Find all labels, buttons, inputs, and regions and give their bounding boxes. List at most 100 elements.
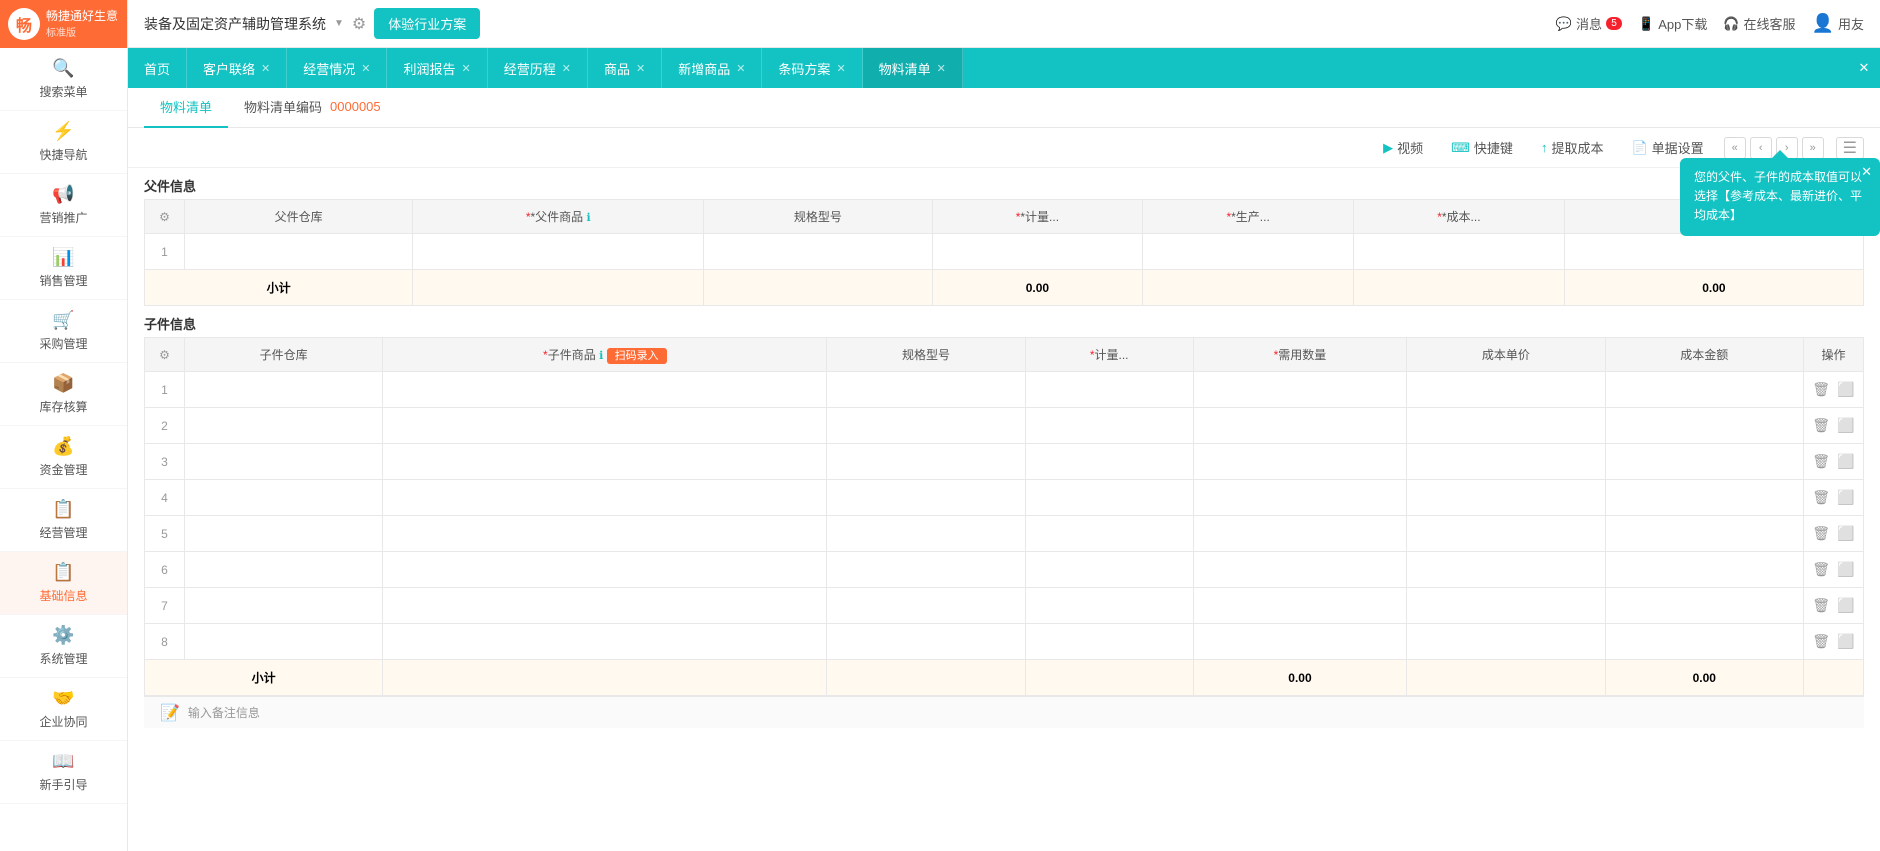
child-row-2-product[interactable]: [383, 408, 827, 444]
child-row-7-warehouse[interactable]: [185, 588, 383, 624]
delete-row-icon[interactable]: 🗑: [1812, 525, 1830, 541]
parent-row-1-cost-amount[interactable]: [1564, 234, 1863, 270]
child-product-info-icon[interactable]: ℹ: [599, 350, 603, 362]
child-row-3-qty-unit[interactable]: [1025, 444, 1193, 480]
child-row-7-qty-unit[interactable]: [1025, 588, 1193, 624]
copy-row-icon[interactable]: ⬜: [1837, 561, 1854, 577]
single-settings-button[interactable]: 📄 单据设置: [1623, 134, 1711, 161]
child-row-8-warehouse[interactable]: [185, 624, 383, 660]
tab-customer[interactable]: 客户联络 ✕: [187, 48, 287, 88]
extract-cost-button[interactable]: ↑ 提取成本: [1533, 134, 1612, 161]
tab-add-goods[interactable]: 新增商品 ✕: [662, 48, 762, 88]
delete-row-icon[interactable]: 🗑: [1812, 381, 1830, 397]
child-row-4-product[interactable]: [383, 480, 827, 516]
child-row-2-unit-cost[interactable]: [1407, 408, 1605, 444]
child-row-3-spec[interactable]: [827, 444, 1025, 480]
child-row-3-needed-qty[interactable]: [1193, 444, 1407, 480]
copy-row-icon[interactable]: ⬜: [1837, 597, 1854, 613]
tab-history-close[interactable]: ✕: [562, 62, 571, 75]
parent-row-1-produce[interactable]: [1143, 234, 1354, 270]
child-row-1-needed-qty[interactable]: [1193, 372, 1407, 408]
tab-profit[interactable]: 利润报告 ✕: [387, 48, 487, 88]
child-row-2-cost-amount[interactable]: [1605, 408, 1803, 444]
tab-profit-close[interactable]: ✕: [462, 62, 471, 75]
child-row-8-qty-unit[interactable]: [1025, 624, 1193, 660]
menu-icon[interactable]: ☰: [1836, 137, 1864, 159]
tab-barcode-close[interactable]: ✕: [836, 62, 845, 75]
child-row-4-spec[interactable]: [827, 480, 1025, 516]
copy-row-icon[interactable]: ⬜: [1837, 525, 1854, 541]
trial-button[interactable]: 体验行业方案: [374, 8, 480, 39]
child-row-1-product[interactable]: [383, 372, 827, 408]
tab-barcode[interactable]: 条码方案 ✕: [762, 48, 862, 88]
child-row-3-product[interactable]: [383, 444, 827, 480]
child-row-4-warehouse[interactable]: [185, 480, 383, 516]
child-row-4-needed-qty[interactable]: [1193, 480, 1407, 516]
tab-bom[interactable]: 物料清单 ✕: [863, 48, 963, 88]
child-row-6-qty-unit[interactable]: [1025, 552, 1193, 588]
child-row-6-unit-cost[interactable]: [1407, 552, 1605, 588]
tab-goods-close[interactable]: ✕: [636, 62, 645, 75]
copy-row-icon[interactable]: ⬜: [1837, 633, 1854, 649]
child-row-2-warehouse[interactable]: [185, 408, 383, 444]
user-menu[interactable]: 👤 用友: [1812, 13, 1864, 34]
copy-row-icon[interactable]: ⬜: [1837, 417, 1854, 433]
child-row-8-product[interactable]: [383, 624, 827, 660]
parent-th-settings[interactable]: ⚙: [145, 200, 185, 234]
sidebar-item-basic[interactable]: 📋 基础信息: [0, 552, 127, 615]
app-download-button[interactable]: 📱 App下载: [1638, 14, 1707, 33]
parent-row-1-qty[interactable]: [932, 234, 1143, 270]
child-row-4-qty-unit[interactable]: [1025, 480, 1193, 516]
child-row-3-warehouse[interactable]: [185, 444, 383, 480]
child-row-1-cost-amount[interactable]: [1605, 372, 1803, 408]
sidebar-item-guide[interactable]: 📖 新手引导: [0, 741, 127, 804]
delete-row-icon[interactable]: 🗑: [1812, 561, 1830, 577]
parent-row-1-spec[interactable]: [704, 234, 932, 270]
tab-goods[interactable]: 商品 ✕: [588, 48, 662, 88]
child-row-1-unit-cost[interactable]: [1407, 372, 1605, 408]
system-dropdown-arrow[interactable]: ▼: [334, 18, 344, 29]
settings-icon[interactable]: ⚙: [352, 14, 366, 34]
copy-row-icon[interactable]: ⬜: [1837, 381, 1854, 397]
tooltip-close[interactable]: ✕: [1861, 162, 1872, 183]
child-row-7-cost-amount[interactable]: [1605, 588, 1803, 624]
child-row-7-unit-cost[interactable]: [1407, 588, 1605, 624]
sidebar-item-collab[interactable]: 🤝 企业协同: [0, 678, 127, 741]
child-row-6-spec[interactable]: [827, 552, 1025, 588]
child-row-1-qty-unit[interactable]: [1025, 372, 1193, 408]
service-button[interactable]: 🎧 在线客服: [1723, 14, 1795, 33]
hotkey-button[interactable]: ⌨ 快捷键: [1443, 134, 1521, 161]
child-row-2-qty-unit[interactable]: [1025, 408, 1193, 444]
child-row-3-cost-amount[interactable]: [1605, 444, 1803, 480]
child-row-2-spec[interactable]: [827, 408, 1025, 444]
child-row-1-spec[interactable]: [827, 372, 1025, 408]
parent-row-1-product[interactable]: [413, 234, 704, 270]
child-row-7-product[interactable]: [383, 588, 827, 624]
tab-customer-close[interactable]: ✕: [261, 62, 270, 75]
nav-prev-prev[interactable]: «: [1724, 137, 1746, 159]
child-row-5-spec[interactable]: [827, 516, 1025, 552]
tab-add-goods-close[interactable]: ✕: [736, 62, 745, 75]
sidebar-item-inventory[interactable]: 📦 库存核算: [0, 363, 127, 426]
copy-row-icon[interactable]: ⬜: [1837, 489, 1854, 505]
child-row-5-unit-cost[interactable]: [1407, 516, 1605, 552]
sub-tab-bom-code[interactable]: 物料清单编码 0000005: [228, 88, 397, 128]
parent-row-1-cost[interactable]: [1354, 234, 1565, 270]
sidebar-item-search[interactable]: 🔍 搜索菜单: [0, 48, 127, 111]
parent-row-1-warehouse[interactable]: [185, 234, 413, 270]
sidebar-item-purchase[interactable]: 🛒 采购管理: [0, 300, 127, 363]
child-row-8-needed-qty[interactable]: [1193, 624, 1407, 660]
child-row-4-cost-amount[interactable]: [1605, 480, 1803, 516]
sidebar-item-marketing[interactable]: 📢 营销推广: [0, 174, 127, 237]
tab-operations-status[interactable]: 经营情况 ✕: [287, 48, 387, 88]
child-row-2-needed-qty[interactable]: [1193, 408, 1407, 444]
tab-operations-status-close[interactable]: ✕: [361, 62, 370, 75]
tab-history[interactable]: 经营历程 ✕: [488, 48, 588, 88]
child-row-4-unit-cost[interactable]: [1407, 480, 1605, 516]
nav-prev[interactable]: ‹: [1750, 137, 1772, 159]
parent-product-info-icon[interactable]: ℹ: [587, 212, 591, 224]
child-row-5-product[interactable]: [383, 516, 827, 552]
scan-button[interactable]: 扫码录入: [607, 348, 667, 364]
video-button[interactable]: ▶ 视频: [1375, 134, 1431, 161]
sidebar-item-system[interactable]: ⚙️ 系统管理: [0, 615, 127, 678]
